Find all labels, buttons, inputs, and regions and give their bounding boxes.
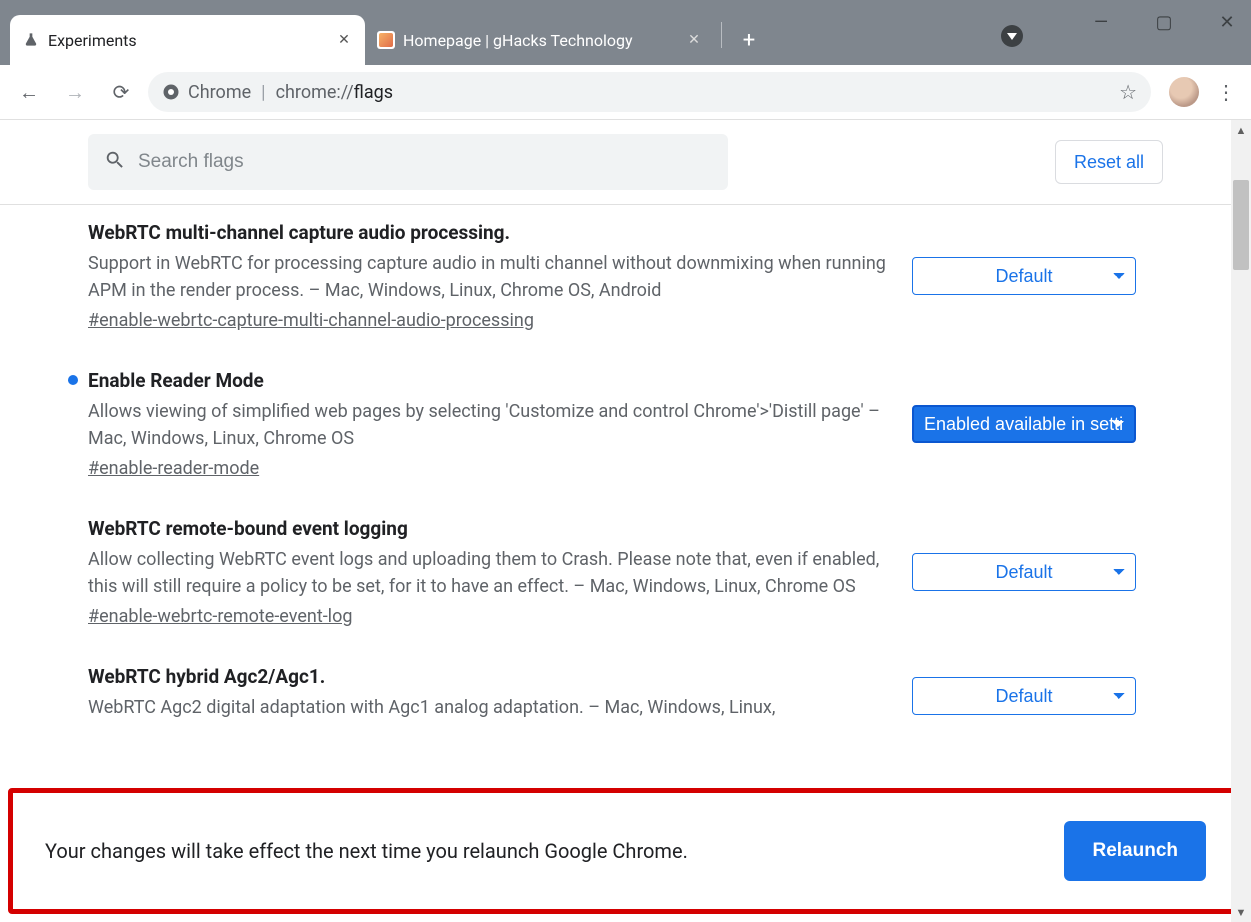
relaunch-message: Your changes will take effect the next t… [45, 839, 688, 863]
close-icon[interactable]: ✕ [685, 31, 703, 49]
relaunch-banner: Your changes will take effect the next t… [8, 788, 1243, 914]
flag-row: WebRTC multi-channel capture audio proce… [88, 211, 1163, 359]
flag-row: WebRTC remote-bound event logging Allow c… [88, 507, 1163, 655]
maximize-button[interactable]: ▢ [1150, 8, 1178, 36]
new-tab-button[interactable]: + [734, 25, 764, 55]
omnibox-chip-label: Chrome [188, 82, 251, 103]
flag-description: WebRTC Agc2 digital adaptation with Agc1… [88, 694, 888, 721]
flag-title: WebRTC multi-channel capture audio proce… [88, 221, 888, 244]
flag-state-select[interactable]: Default [912, 553, 1136, 591]
minimize-button[interactable]: — [1087, 8, 1115, 36]
flag-anchor-link[interactable]: #enable-webrtc-remote-event-log [88, 606, 888, 627]
back-button[interactable]: ← [10, 73, 48, 111]
ghacks-icon [377, 31, 395, 49]
close-icon[interactable]: ✕ [335, 31, 353, 49]
omnibox-separator: | [261, 82, 265, 103]
flags-header-bar: Reset all [0, 120, 1251, 205]
scroll-down-button[interactable]: ▼ [1231, 902, 1251, 922]
flag-description: Allows viewing of simplified web pages b… [88, 398, 888, 452]
tab-divider [721, 22, 722, 48]
flag-title: WebRTC remote-bound event logging [88, 517, 888, 540]
flag-state-select[interactable]: Default [912, 677, 1136, 715]
flag-text: WebRTC hybrid Agc2/Agc1. WebRTC Agc2 digi… [88, 665, 888, 727]
flag-text: WebRTC remote-bound event logging Allow c… [88, 517, 888, 627]
bookmark-star-icon[interactable]: ☆ [1119, 80, 1137, 104]
flag-title: WebRTC hybrid Agc2/Agc1. [88, 665, 888, 688]
flag-title: Enable Reader Mode [88, 369, 888, 392]
page-content: Reset all WebRTC multi-channel capture a… [0, 120, 1251, 922]
scroll-up-button[interactable]: ▲ [1231, 120, 1251, 140]
close-window-button[interactable]: ✕ [1213, 8, 1241, 36]
tab-strip: Experiments ✕ Homepage | gHacks Technolo… [0, 0, 1251, 65]
window-controls: — ▢ ✕ [1087, 8, 1241, 36]
toolbar: ← → ⟳ Chrome | chrome://flags ☆ ⋮ [0, 65, 1251, 120]
scrollbar-track[interactable] [1231, 140, 1251, 902]
tab-ghacks[interactable]: Homepage | gHacks Technology ✕ [365, 15, 715, 65]
flag-row: WebRTC hybrid Agc2/Agc1. WebRTC Agc2 digi… [88, 655, 1163, 755]
tracking-badge-icon[interactable] [1001, 25, 1023, 47]
modified-dot-icon [68, 375, 78, 385]
flag-select-wrap: Default [912, 553, 1136, 591]
flag-row: Enable Reader Mode Allows viewing of simp… [88, 359, 1163, 507]
vertical-scrollbar[interactable]: ▲ ▼ [1231, 120, 1251, 922]
search-flags-input[interactable] [138, 151, 712, 173]
flask-icon [22, 31, 40, 49]
reset-all-button[interactable]: Reset all [1055, 140, 1163, 184]
flag-description: Allow collecting WebRTC event logs and u… [88, 546, 888, 600]
omnibox-url: chrome://flags [276, 82, 394, 103]
tab-title: Experiments [48, 31, 327, 50]
flag-text: WebRTC multi-channel capture audio proce… [88, 221, 888, 331]
flag-anchor-link[interactable]: #enable-webrtc-capture-multi-channel-aud… [88, 310, 888, 331]
scrollbar-thumb[interactable] [1233, 180, 1249, 270]
chrome-icon [162, 83, 180, 101]
flag-text: Enable Reader Mode Allows viewing of simp… [88, 369, 888, 479]
flag-anchor-link[interactable]: #enable-reader-mode [88, 458, 888, 479]
chrome-chip: Chrome [162, 82, 251, 103]
relaunch-button[interactable]: Relaunch [1064, 821, 1206, 881]
flag-state-select[interactable]: Default [912, 257, 1136, 295]
menu-button[interactable]: ⋮ [1211, 77, 1241, 107]
profile-avatar[interactable] [1169, 77, 1199, 107]
tab-experiments[interactable]: Experiments ✕ [10, 15, 365, 65]
search-icon [104, 149, 126, 176]
tab-title: Homepage | gHacks Technology [403, 31, 677, 50]
forward-button: → [56, 73, 94, 111]
flag-description: Support in WebRTC for processing capture… [88, 250, 888, 304]
flag-select-wrap: Default [912, 257, 1136, 295]
search-flags-box[interactable] [88, 134, 728, 190]
reload-button[interactable]: ⟳ [102, 73, 140, 111]
omnibox[interactable]: Chrome | chrome://flags ☆ [148, 72, 1151, 112]
flag-select-wrap: Default [912, 677, 1136, 715]
flag-select-wrap: Enabled available in settings [912, 405, 1136, 443]
flag-state-select[interactable]: Enabled available in settings [912, 405, 1136, 443]
